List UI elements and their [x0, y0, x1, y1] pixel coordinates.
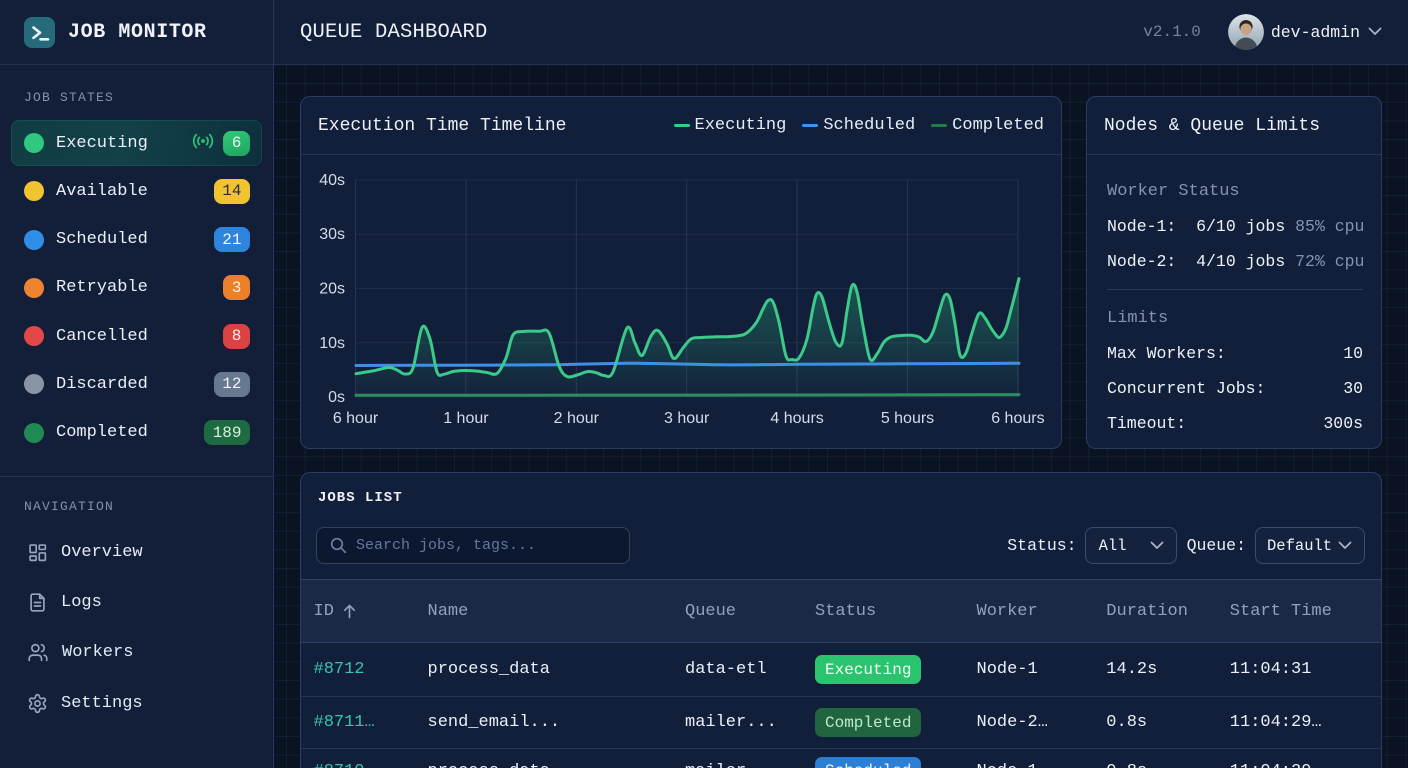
svg-text:20s: 20s — [319, 281, 345, 298]
svg-text:0s: 0s — [328, 389, 345, 406]
svg-text:3 hour: 3 hour — [664, 410, 710, 427]
svg-text:5 hours: 5 hours — [881, 410, 934, 427]
svg-text:30s: 30s — [319, 226, 345, 243]
svg-text:10s: 10s — [319, 335, 345, 352]
svg-text:4 hours: 4 hours — [770, 410, 823, 427]
svg-text:6 hours: 6 hours — [991, 410, 1044, 427]
svg-text:2 hour: 2 hour — [554, 410, 600, 427]
svg-text:6 hour: 6 hour — [333, 410, 379, 427]
svg-text:40s: 40s — [319, 172, 345, 189]
svg-text:1 hour: 1 hour — [443, 410, 489, 427]
